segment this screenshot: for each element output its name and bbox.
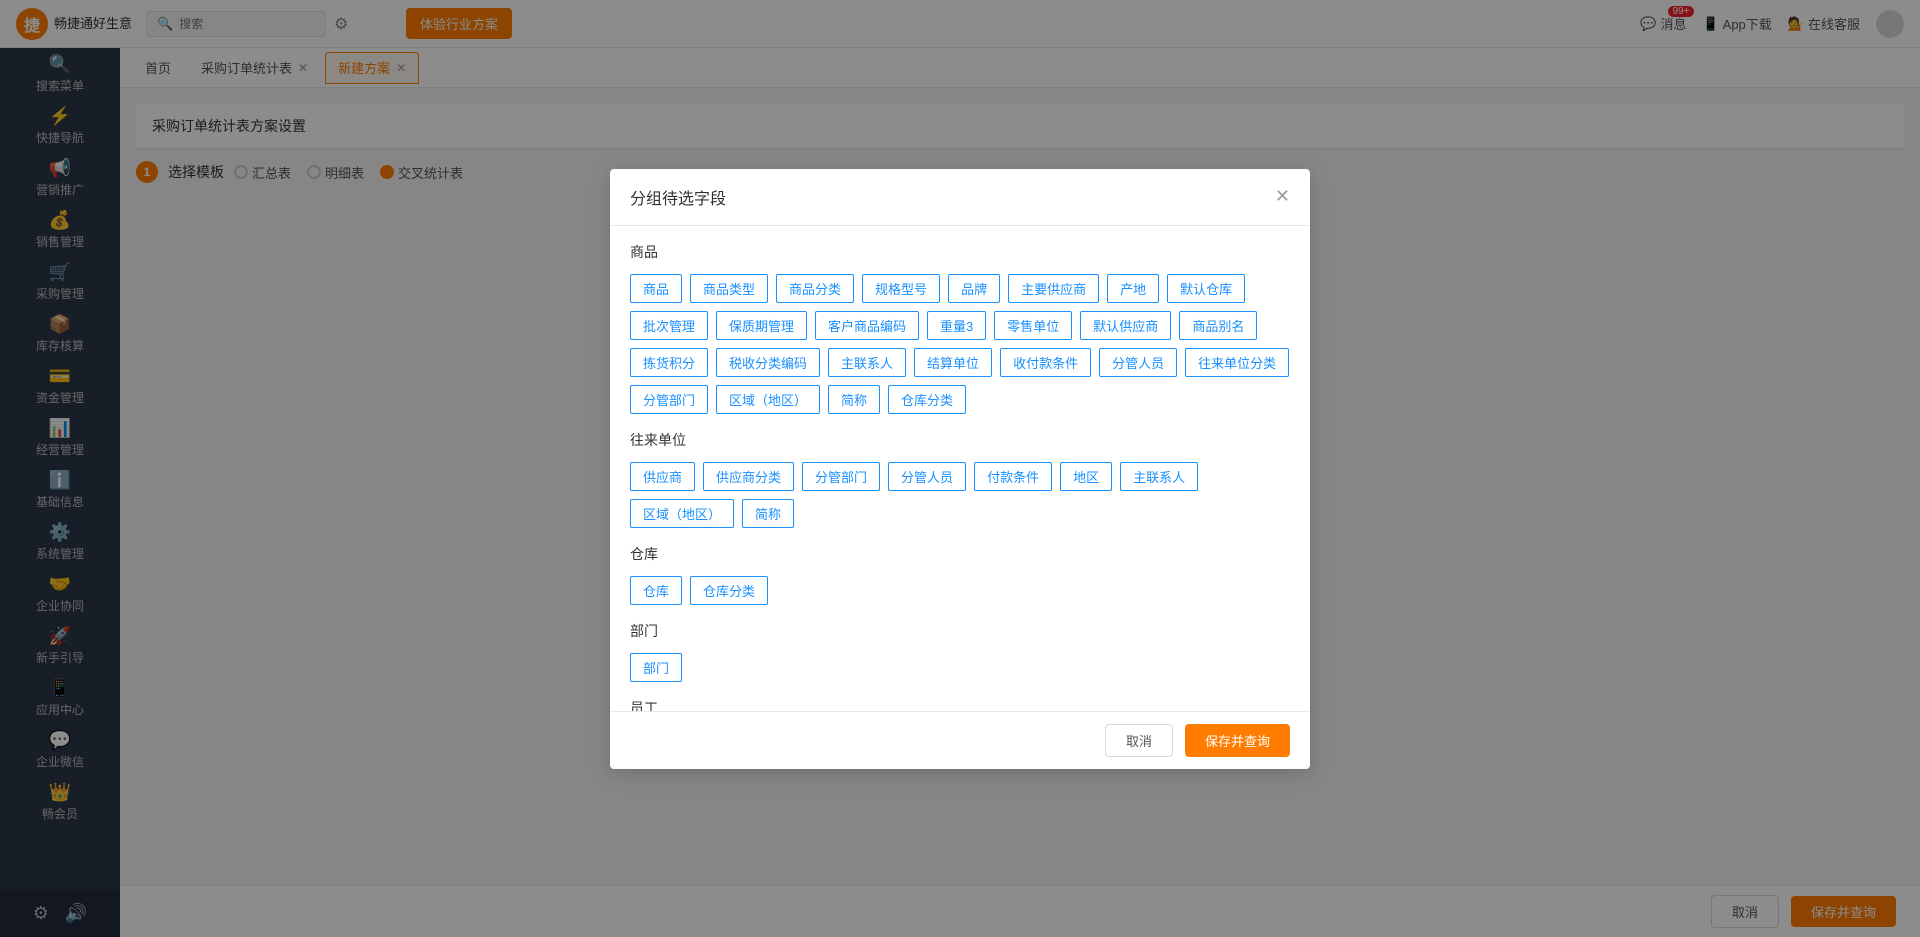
field-tag-partner-8[interactable]: 简称 xyxy=(742,499,794,528)
field-tag-warehouse-1[interactable]: 仓库分类 xyxy=(690,576,768,605)
modal-header: 分组待选字段 ✕ xyxy=(610,169,1310,226)
field-tag-dept-0[interactable]: 部门 xyxy=(630,653,682,682)
field-tag-goods-23[interactable]: 区域（地区） xyxy=(716,385,820,414)
section-title-partner: 往来单位 xyxy=(630,430,1290,450)
field-tag-goods-16[interactable]: 税收分类编码 xyxy=(716,348,820,377)
field-tag-goods-5[interactable]: 主要供应商 xyxy=(1008,274,1099,303)
field-tag-goods-15[interactable]: 拣货积分 xyxy=(630,348,708,377)
field-tag-goods-6[interactable]: 产地 xyxy=(1107,274,1159,303)
warehouse-field-grid: 仓库 仓库分类 xyxy=(630,576,1290,605)
field-tag-goods-17[interactable]: 主联系人 xyxy=(828,348,906,377)
field-tag-goods-21[interactable]: 往来单位分类 xyxy=(1185,348,1289,377)
dept-field-grid: 部门 xyxy=(630,653,1290,682)
field-tag-goods-13[interactable]: 默认供应商 xyxy=(1080,311,1171,340)
section-title-goods: 商品 xyxy=(630,242,1290,262)
field-tag-goods-4[interactable]: 品牌 xyxy=(948,274,1000,303)
field-tag-partner-4[interactable]: 付款条件 xyxy=(974,462,1052,491)
field-tag-goods-3[interactable]: 规格型号 xyxy=(862,274,940,303)
modal-confirm-button[interactable]: 保存并查询 xyxy=(1185,724,1290,757)
modal-footer: 取消 保存并查询 xyxy=(610,711,1310,769)
field-tag-partner-2[interactable]: 分管部门 xyxy=(802,462,880,491)
section-title-staff: 员工 xyxy=(630,698,1290,711)
field-tag-partner-7[interactable]: 区域（地区） xyxy=(630,499,734,528)
modal-cancel-button[interactable]: 取消 xyxy=(1105,724,1173,757)
goods-field-grid: 商品 商品类型 商品分类 规格型号 品牌 主要供应商 产地 默认仓库 批次管理 … xyxy=(630,274,1290,414)
field-tag-partner-3[interactable]: 分管人员 xyxy=(888,462,966,491)
partner-field-grid: 供应商 供应商分类 分管部门 分管人员 付款条件 地区 主联系人 区域（地区） … xyxy=(630,462,1290,528)
field-tag-goods-8[interactable]: 批次管理 xyxy=(630,311,708,340)
field-tag-goods-20[interactable]: 分管人员 xyxy=(1099,348,1177,377)
field-tag-goods-19[interactable]: 收付款条件 xyxy=(1000,348,1091,377)
field-tag-partner-0[interactable]: 供应商 xyxy=(630,462,695,491)
field-tag-goods-0[interactable]: 商品 xyxy=(630,274,682,303)
field-selector-modal: 分组待选字段 ✕ 商品 商品 商品类型 商品分类 规格型号 品牌 主要供应商 产… xyxy=(610,169,1310,769)
field-tag-partner-5[interactable]: 地区 xyxy=(1060,462,1112,491)
field-tag-goods-12[interactable]: 零售单位 xyxy=(994,311,1072,340)
section-title-dept: 部门 xyxy=(630,621,1290,641)
field-tag-goods-18[interactable]: 结算单位 xyxy=(914,348,992,377)
field-tag-goods-1[interactable]: 商品类型 xyxy=(690,274,768,303)
field-tag-goods-25[interactable]: 仓库分类 xyxy=(888,385,966,414)
field-tag-goods-14[interactable]: 商品别名 xyxy=(1179,311,1257,340)
modal-title: 分组待选字段 xyxy=(630,185,726,209)
modal-body: 商品 商品 商品类型 商品分类 规格型号 品牌 主要供应商 产地 默认仓库 批次… xyxy=(610,226,1310,711)
field-tag-goods-7[interactable]: 默认仓库 xyxy=(1167,274,1245,303)
field-tag-goods-24[interactable]: 简称 xyxy=(828,385,880,414)
field-tag-goods-10[interactable]: 客户商品编码 xyxy=(815,311,919,340)
section-title-warehouse: 仓库 xyxy=(630,544,1290,564)
modal-close-button[interactable]: ✕ xyxy=(1275,186,1290,207)
field-tag-goods-22[interactable]: 分管部门 xyxy=(630,385,708,414)
field-tag-partner-1[interactable]: 供应商分类 xyxy=(703,462,794,491)
field-tag-goods-11[interactable]: 重量3 xyxy=(927,311,986,340)
field-tag-goods-2[interactable]: 商品分类 xyxy=(776,274,854,303)
modal-overlay: 分组待选字段 ✕ 商品 商品 商品类型 商品分类 规格型号 品牌 主要供应商 产… xyxy=(0,0,1920,937)
field-tag-goods-9[interactable]: 保质期管理 xyxy=(716,311,807,340)
field-tag-warehouse-0[interactable]: 仓库 xyxy=(630,576,682,605)
field-tag-partner-6[interactable]: 主联系人 xyxy=(1120,462,1198,491)
